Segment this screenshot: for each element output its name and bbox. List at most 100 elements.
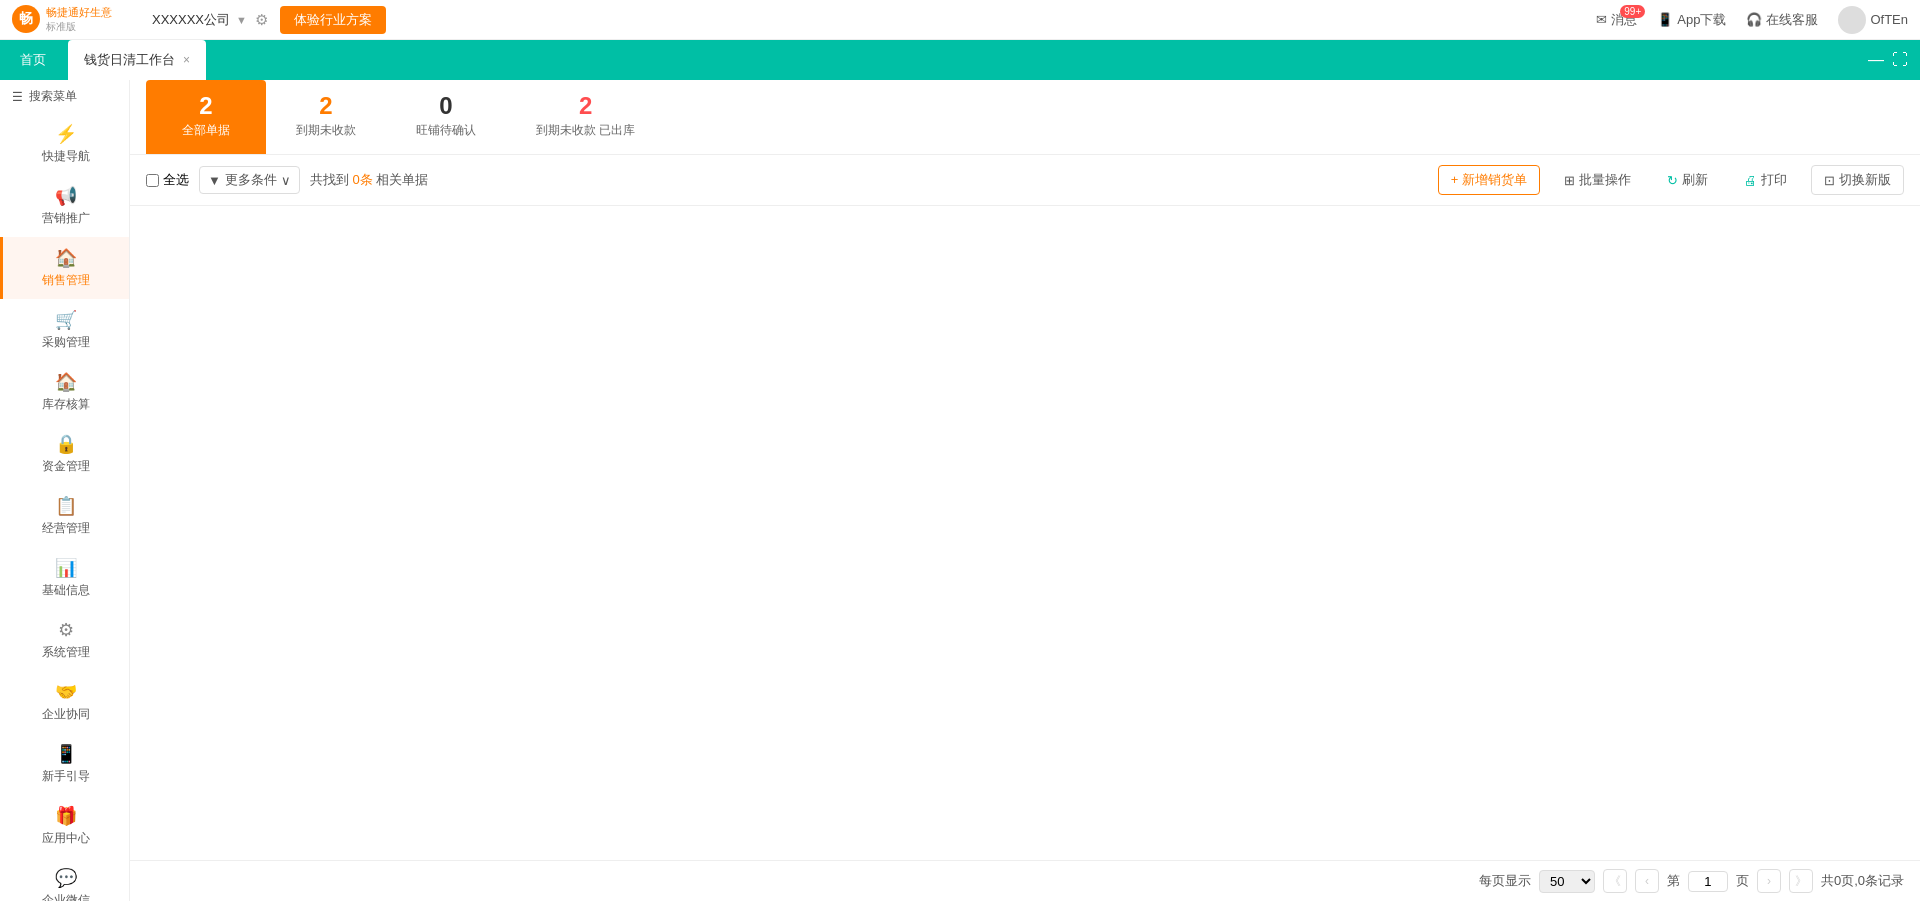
- stat-label-all: 全部单据: [182, 122, 230, 139]
- messages-badge: 99+: [1620, 5, 1645, 18]
- prev-page-btn[interactable]: ‹: [1635, 869, 1659, 893]
- stat-tab-overdue[interactable]: 2 到期未收款: [266, 80, 386, 154]
- stats-tabs: 2 全部单据 2 到期未收款 0 旺铺待确认 2 到期未收款 已出库: [130, 80, 1920, 155]
- stat-label-unshipped: 到期未收款 已出库: [536, 122, 635, 139]
- switch-icon: ⊡: [1824, 173, 1835, 188]
- stat-num-pending: 0: [439, 92, 452, 120]
- toolbar-right: + 新增销货单 ⊞ 批量操作 ↻ 刷新 🖨 打印 ⊡ 切换新版: [1438, 165, 1904, 195]
- found-text: 共找到 0条 相关单据: [310, 171, 428, 189]
- sidebar-item-quick-nav[interactable]: ⚡ 快捷导航: [0, 113, 129, 175]
- table-area: [130, 206, 1920, 860]
- tab-maximize-icon[interactable]: ⛶: [1892, 51, 1908, 69]
- stat-num-unshipped: 2: [579, 92, 592, 120]
- more-filters-btn[interactable]: ▼ 更多条件 ∨: [199, 166, 300, 194]
- sidebar-item-purchase[interactable]: 🛒 采购管理: [0, 299, 129, 361]
- tab-minimize-icon[interactable]: —: [1868, 51, 1884, 69]
- sidebar-item-marketing[interactable]: 📢 营销推广: [0, 175, 129, 237]
- select-all-input[interactable]: [146, 174, 159, 187]
- sidebar-item-finance[interactable]: 🔒 资金管理: [0, 423, 129, 485]
- marketing-icon: 📢: [55, 185, 77, 207]
- search-menu-label: 搜索菜单: [29, 88, 77, 105]
- settings-icon[interactable]: ⚙: [255, 11, 268, 29]
- select-all-checkbox[interactable]: 全选: [146, 171, 189, 189]
- top-bar: 畅 畅捷通好生意 标准版 XXXXXX公司 ▼ ⚙ 体验行业方案 ✉ 消息 99…: [0, 0, 1920, 40]
- top-right-area: ✉ 消息 99+ 📱 App下载 🎧 在线客服 OfTEn: [1596, 6, 1908, 34]
- enterprise-icon: 🤝: [55, 681, 77, 703]
- operations-icon: 📋: [55, 495, 77, 517]
- app-download-btn[interactable]: 📱 App下载: [1657, 11, 1726, 29]
- stat-num-overdue: 2: [319, 92, 332, 120]
- sidebar-item-system[interactable]: ⚙ 系统管理: [0, 609, 129, 671]
- stat-tab-all[interactable]: 2 全部单据: [146, 80, 266, 154]
- system-icon: ⚙: [58, 619, 74, 641]
- sidebar-item-beginner[interactable]: 📱 新手引导: [0, 733, 129, 795]
- sidebar-item-enterprise[interactable]: 🤝 企业协同: [0, 671, 129, 733]
- sidebar-item-label: 新手引导: [42, 768, 90, 785]
- print-icon: 🖨: [1744, 173, 1757, 188]
- sidebar-item-label: 应用中心: [42, 830, 90, 847]
- tab-close-icon[interactable]: ×: [183, 53, 190, 67]
- search-menu-icon: ☰: [12, 90, 23, 104]
- toolbar-left: 全选 ▼ 更多条件 ∨ 共找到 0条 相关单据: [146, 166, 1426, 194]
- sidebar-item-basic-info[interactable]: 📊 基础信息: [0, 547, 129, 609]
- sidebar-item-label: 基础信息: [42, 582, 90, 599]
- messages-btn[interactable]: ✉ 消息 99+: [1596, 11, 1637, 29]
- batch-ops-label: 批量操作: [1579, 171, 1631, 189]
- avatar-image: [1838, 6, 1866, 34]
- sidebar-item-inventory[interactable]: 🏠 库存核算: [0, 361, 129, 423]
- tab-bar: 首页 钱货日清工作台 × — ⛶: [0, 40, 1920, 80]
- content-area: 2 全部单据 2 到期未收款 0 旺铺待确认 2 到期未收款 已出库 全选: [130, 80, 1920, 901]
- switch-label: 切换新版: [1839, 171, 1891, 189]
- sidebar: ☰ 搜索菜单 ⚡ 快捷导航 📢 营销推广 🏠 销售管理 🛒 采购管理 🏠 库存核…: [0, 80, 130, 901]
- toolbar: 全选 ▼ 更多条件 ∨ 共找到 0条 相关单据 + 新增销货单 ⊞ 批量操作: [130, 155, 1920, 206]
- quick-nav-icon: ⚡: [55, 123, 77, 145]
- sidebar-item-label: 资金管理: [42, 458, 90, 475]
- stat-label-overdue: 到期未收款: [296, 122, 356, 139]
- stat-tab-pending[interactable]: 0 旺铺待确认: [386, 80, 506, 154]
- sidebar-item-app-center[interactable]: 🎁 应用中心: [0, 795, 129, 857]
- sidebar-item-wechat[interactable]: 💬 企业微信: [0, 857, 129, 901]
- tab-bar-controls: — ⛶: [1868, 51, 1920, 69]
- found-count: 0条: [353, 172, 373, 187]
- online-service-icon: 🎧: [1746, 12, 1762, 27]
- sidebar-item-label: 快捷导航: [42, 148, 90, 165]
- avatar[interactable]: OfTEn: [1838, 6, 1908, 34]
- avatar-name: OfTEn: [1870, 12, 1908, 27]
- total-info: 共0页,0条记录: [1821, 872, 1904, 890]
- batch-ops-btn[interactable]: ⊞ 批量操作: [1552, 166, 1643, 194]
- tab-home[interactable]: 首页: [0, 40, 66, 80]
- logo-icon: 畅: [12, 5, 40, 33]
- page-input[interactable]: [1688, 871, 1728, 892]
- online-service-btn[interactable]: 🎧 在线客服: [1746, 11, 1818, 29]
- page-suffix: 页: [1736, 872, 1749, 890]
- beginner-icon: 📱: [55, 743, 77, 765]
- search-menu-btn[interactable]: ☰ 搜索菜单: [0, 80, 129, 113]
- next-page-btn[interactable]: ›: [1757, 869, 1781, 893]
- logo-tag: 标准版: [46, 20, 112, 34]
- last-page-btn[interactable]: 》: [1789, 869, 1813, 893]
- sidebar-item-label: 系统管理: [42, 644, 90, 661]
- sidebar-item-operations[interactable]: 📋 经营管理: [0, 485, 129, 547]
- app-download-label: App下载: [1677, 11, 1726, 29]
- sidebar-item-label: 库存核算: [42, 396, 90, 413]
- company-selector[interactable]: XXXXXX公司 ▼: [152, 11, 247, 29]
- sidebar-item-label: 营销推广: [42, 210, 90, 227]
- select-all-label: 全选: [163, 171, 189, 189]
- sidebar-item-sales[interactable]: 🏠 销售管理: [0, 237, 129, 299]
- more-filters-label: 更多条件: [225, 171, 277, 189]
- per-page-select[interactable]: 50 100 200: [1539, 870, 1595, 893]
- finance-icon: 🔒: [55, 433, 77, 455]
- print-btn[interactable]: 🖨 打印: [1732, 166, 1799, 194]
- trial-btn[interactable]: 体验行业方案: [280, 6, 386, 34]
- refresh-btn[interactable]: ↻ 刷新: [1655, 166, 1720, 194]
- tab-active[interactable]: 钱货日清工作台 ×: [68, 40, 206, 80]
- stat-tab-unshipped[interactable]: 2 到期未收款 已出库: [506, 80, 665, 154]
- first-page-btn[interactable]: 《: [1603, 869, 1627, 893]
- add-sales-btn[interactable]: + 新增销货单: [1438, 165, 1540, 195]
- refresh-icon: ↻: [1667, 173, 1678, 188]
- stat-label-pending: 旺铺待确认: [416, 122, 476, 139]
- switch-version-btn[interactable]: ⊡ 切换新版: [1811, 165, 1904, 195]
- sidebar-item-label: 经营管理: [42, 520, 90, 537]
- message-icon: ✉: [1596, 12, 1607, 27]
- filter-arrow-icon: ∨: [281, 173, 291, 188]
